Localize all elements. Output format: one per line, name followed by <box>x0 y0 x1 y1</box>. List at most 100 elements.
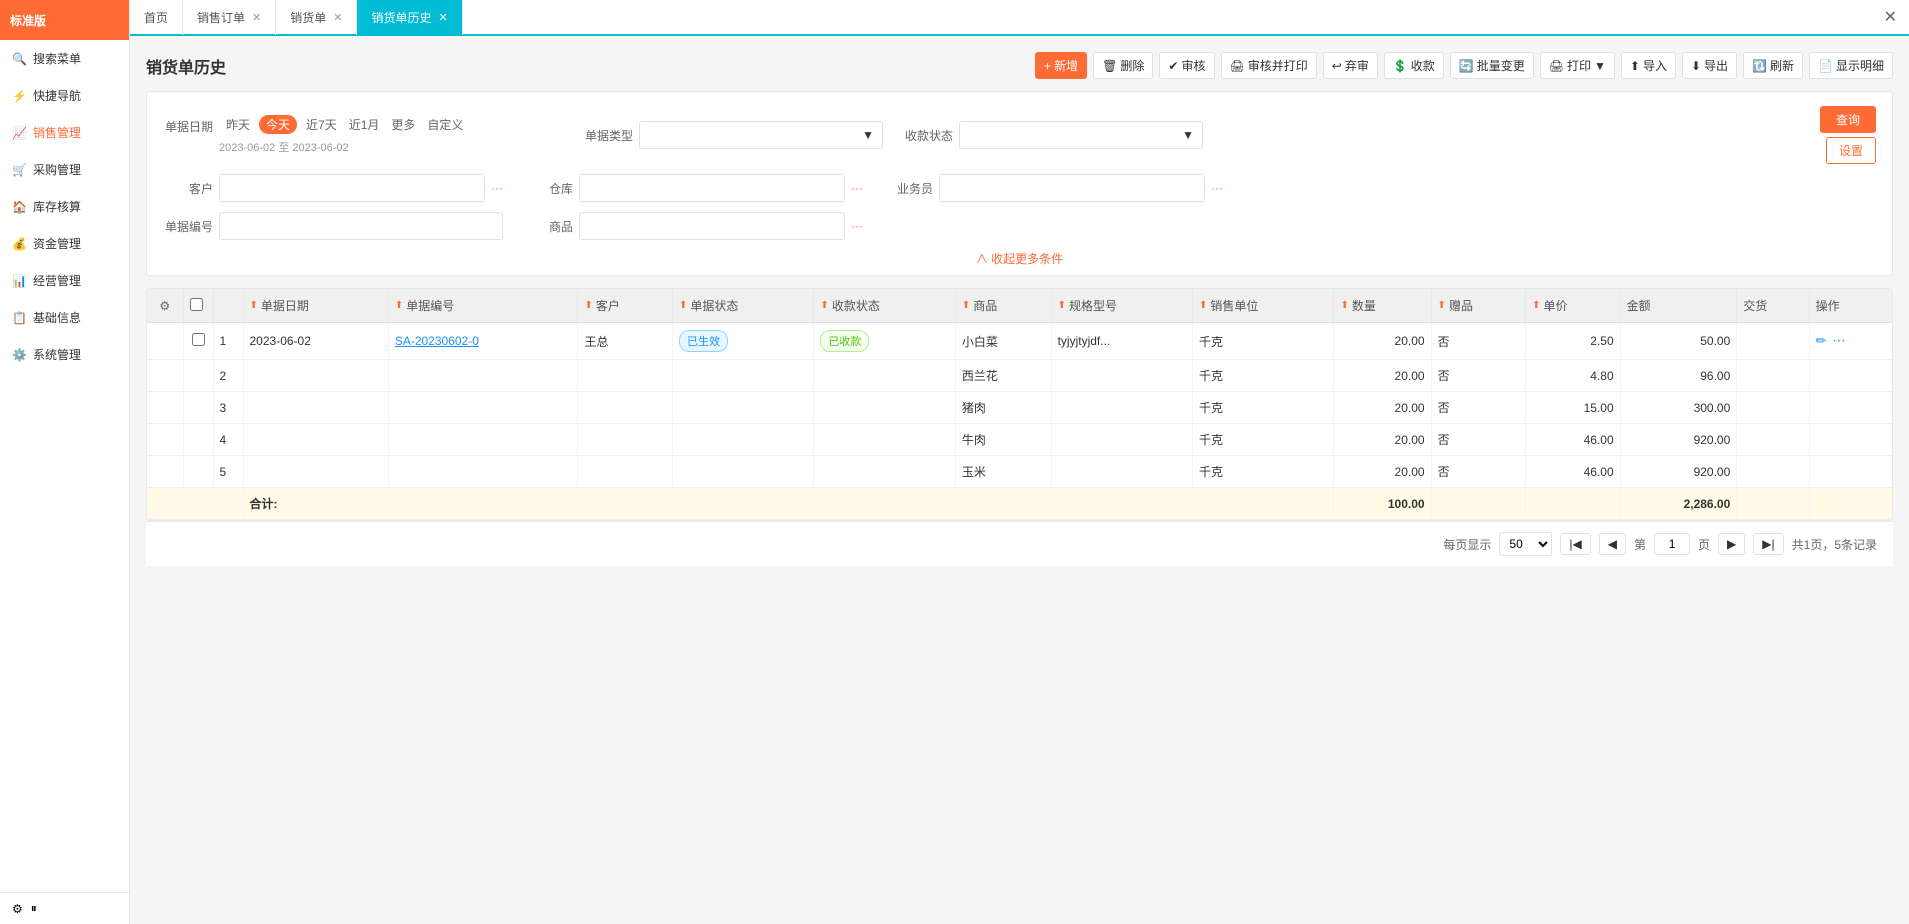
review-print-button[interactable]: 🖨 审核并打印 <box>1221 52 1317 79</box>
doc-type-select[interactable]: ▼ <box>639 121 883 149</box>
shortcut-1month[interactable]: 近1月 <box>346 115 383 134</box>
row-cb-1[interactable] <box>183 360 213 392</box>
col-sales-unit[interactable]: ⬆ 销售单位 <box>1193 289 1334 323</box>
col-doc-no[interactable]: ⬆ 单据编号 <box>388 289 578 323</box>
row-customer-4 <box>578 456 673 488</box>
tab-sales-history[interactable]: 销货单历史 ✕ <box>357 0 462 35</box>
import-button[interactable]: ⬆ 导入 <box>1621 52 1676 79</box>
sidebar-item-inventory[interactable]: 🏠 库存核算 <box>0 188 129 225</box>
col-unit-price[interactable]: ⬆ 单价 <box>1526 289 1621 323</box>
content-area: 销货单历史 + 新增 🗑 删除 ✔ 审核 🖨 审核并打印 ↩ 弃审 <box>130 36 1909 924</box>
col-customer[interactable]: ⬆ 客户 <box>578 289 673 323</box>
row-action-0: ✏ ⋯ <box>1809 323 1892 360</box>
toolbar: + 新增 🗑 删除 ✔ 审核 🖨 审核并打印 ↩ 弃审 <box>1035 52 1893 79</box>
customer-input[interactable] <box>219 174 485 202</box>
export-icon: ⬇ <box>1691 59 1701 73</box>
sidebar-item-quick-nav[interactable]: ⚡ 快捷导航 <box>0 77 129 114</box>
review-button[interactable]: ✔ 审核 <box>1159 52 1214 79</box>
print-button[interactable]: 🖨 打印 ▼ <box>1540 52 1615 79</box>
window-close-button[interactable]: ✕ <box>1872 7 1909 27</box>
shortcut-more[interactable]: 更多 <box>388 115 418 134</box>
row-customer-1 <box>578 360 673 392</box>
row-cb-0[interactable] <box>183 323 213 360</box>
col-gear[interactable]: ⚙ <box>147 289 183 323</box>
filter-row-3: 单据编号 商品 ··· <box>163 212 1876 240</box>
last-page-button[interactable]: ▶| <box>1753 533 1783 555</box>
doc-no-input[interactable] <box>219 212 503 240</box>
new-button[interactable]: + 新增 <box>1035 52 1087 79</box>
row-cb-2[interactable] <box>183 392 213 424</box>
row-cb-4[interactable] <box>183 456 213 488</box>
col-doc-date[interactable]: ⬆ 单据日期 <box>243 289 388 323</box>
footer-total-quantity: 100.00 <box>1334 488 1431 520</box>
col-checkbox[interactable] <box>183 289 213 323</box>
tab-sales-order-close[interactable]: ✕ <box>252 11 261 24</box>
page-input[interactable]: 1 <box>1654 533 1690 555</box>
query-button[interactable]: 查询 <box>1820 106 1876 133</box>
col-goods[interactable]: ⬆ 商品 <box>955 289 1051 323</box>
select-all-checkbox[interactable] <box>190 298 203 311</box>
discard-icon: ↩ <box>1332 59 1342 73</box>
collect-button[interactable]: 💲 收款 <box>1384 52 1444 79</box>
tab-sales-goods[interactable]: 销货单 ✕ <box>276 0 357 35</box>
pause-icon[interactable]: ⏸ <box>31 901 37 916</box>
tab-sales-history-close[interactable]: ✕ <box>439 11 448 24</box>
sidebar-item-search-menu[interactable]: 🔍 搜索菜单 <box>0 40 129 77</box>
discard-button[interactable]: ↩ 弃审 <box>1323 52 1378 79</box>
warehouse-input[interactable] <box>579 174 845 202</box>
batch-change-button[interactable]: 🔄 批量变更 <box>1450 52 1534 79</box>
staff-dots[interactable]: ··· <box>1211 181 1223 195</box>
row-gift-4: 否 <box>1431 456 1526 488</box>
tab-sales-order[interactable]: 销售订单 ✕ <box>183 0 276 35</box>
filter-row-1: 单据日期 昨天 今天 近7天 近1月 更多 自定义 2023-06-02 至 2… <box>163 106 1876 164</box>
customer-dots[interactable]: ··· <box>491 181 503 195</box>
collapse-button[interactable]: ∧ 收起更多条件 <box>163 250 1876 267</box>
shortcut-7days[interactable]: 近7天 <box>303 115 340 134</box>
date-label: 单据日期 <box>163 118 213 135</box>
doc-no-label: 单据编号 <box>163 218 213 235</box>
sidebar-item-ops-mgmt[interactable]: 📊 经营管理 <box>0 262 129 299</box>
shortcut-yesterday[interactable]: 昨天 <box>223 115 253 134</box>
setting-button[interactable]: 设置 <box>1826 137 1876 164</box>
col-doc-status[interactable]: ⬆ 单据状态 <box>672 289 813 323</box>
shortcut-today[interactable]: 今天 <box>259 115 297 134</box>
tab-sales-goods-close[interactable]: ✕ <box>333 11 342 24</box>
per-page-select[interactable]: 50 100 200 <box>1499 532 1552 556</box>
sidebar-item-purchase-mgmt[interactable]: 🛒 采购管理 <box>0 151 129 188</box>
delete-button[interactable]: 🗑 删除 <box>1093 52 1153 79</box>
doc-no-link-0[interactable]: SA-20230602-0 <box>395 334 479 348</box>
sidebar-item-sys-mgmt[interactable]: ⚙️ 系统管理 <box>0 336 129 373</box>
warehouse-dots[interactable]: ··· <box>851 181 863 195</box>
col-quantity[interactable]: ⬆ 数量 <box>1334 289 1431 323</box>
row-doc-date-1 <box>243 360 388 392</box>
row-checkbox-0[interactable] <box>192 333 205 346</box>
col-collect-status[interactable]: ⬆ 收款状态 <box>814 289 955 323</box>
row-cb-3[interactable] <box>183 424 213 456</box>
shortcut-custom[interactable]: 自定义 <box>424 115 466 134</box>
more-icon-0[interactable]: ⋯ <box>1832 333 1845 349</box>
row-collect-status-1 <box>814 360 955 392</box>
goods-dots[interactable]: ··· <box>851 219 863 233</box>
sidebar-item-sales-mgmt[interactable]: 📈 销售管理 <box>0 114 129 151</box>
col-spec-type[interactable]: ⬆ 规格型号 <box>1051 289 1192 323</box>
first-page-button[interactable]: |◀ <box>1560 533 1590 555</box>
show-detail-button[interactable]: 📄 显示明细 <box>1809 52 1893 79</box>
row-goods-0: 小白菜 <box>955 323 1051 360</box>
export-button[interactable]: ⬇ 导出 <box>1682 52 1737 79</box>
prev-page-button[interactable]: ◀ <box>1599 533 1626 555</box>
refresh-button[interactable]: 🔃 刷新 <box>1743 52 1803 79</box>
row-goods-2: 猪肉 <box>955 392 1051 424</box>
goods-input[interactable] <box>579 212 845 240</box>
sidebar-item-base-info[interactable]: 📋 基础信息 <box>0 299 129 336</box>
staff-input[interactable] <box>939 174 1205 202</box>
col-gift[interactable]: ⬆ 赠品 <box>1431 289 1526 323</box>
tab-home[interactable]: 首页 <box>130 0 183 35</box>
goods-label: 商品 <box>523 218 573 235</box>
settings-bottom-icon[interactable]: ⚙ <box>12 902 23 916</box>
row-spec-3 <box>1051 424 1192 456</box>
sidebar-item-finance-mgmt[interactable]: 💰 资金管理 <box>0 225 129 262</box>
next-page-button[interactable]: ▶ <box>1718 533 1745 555</box>
gear-icon[interactable]: ⚙ <box>159 299 170 313</box>
edit-icon-0[interactable]: ✏ <box>1816 333 1827 349</box>
collect-status-select[interactable]: ▼ <box>959 121 1203 149</box>
